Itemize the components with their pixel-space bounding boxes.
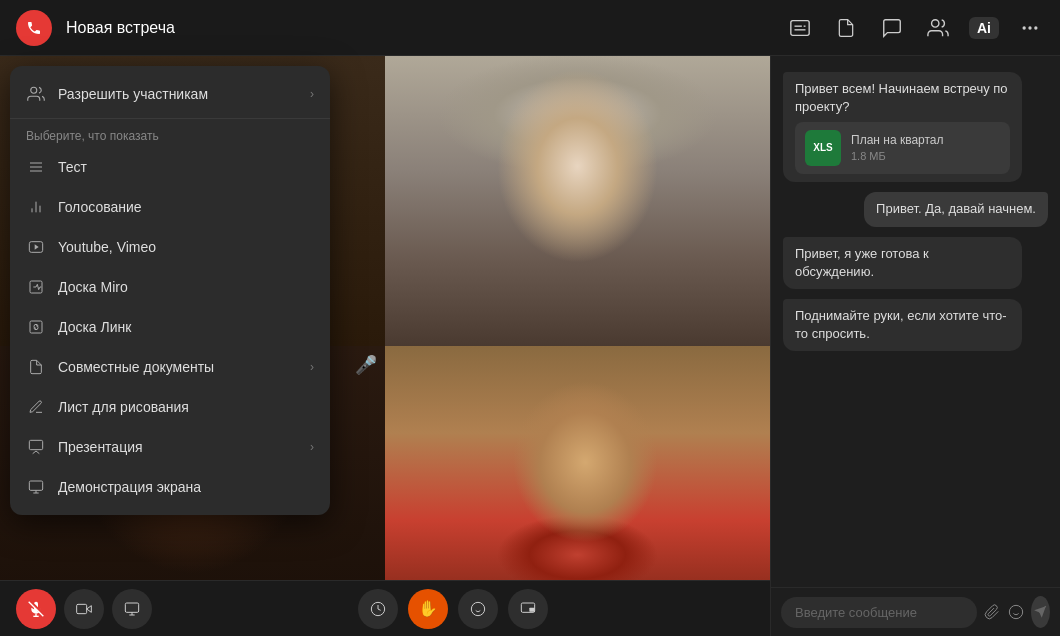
chevron-right-pres-icon: › [310, 440, 314, 454]
menu-divider-1 [10, 118, 330, 119]
menu-voting-label: Голосование [58, 199, 314, 215]
more-options-icon[interactable] [1016, 14, 1044, 42]
svg-point-7 [1034, 26, 1037, 29]
context-menu: Разрешить участникам › Выберите, что пок… [10, 66, 330, 515]
chat-icon[interactable] [878, 14, 906, 42]
screen-icon [26, 477, 46, 497]
meeting-title: Новая встреча [66, 19, 786, 37]
attach-file-button[interactable] [983, 597, 1001, 627]
menu-shared-docs-label: Совместные документы [58, 359, 298, 375]
svg-point-8 [31, 87, 37, 93]
chat-messages: Привет всем! Начинаем встречу по проекту… [771, 56, 1060, 587]
svg-point-30 [471, 602, 484, 615]
drawing-icon [26, 397, 46, 417]
header: Новая встреча Ai [0, 0, 1060, 56]
xls-icon: XLS [805, 130, 841, 166]
svg-rect-18 [30, 321, 42, 333]
participants-icon[interactable] [924, 14, 952, 42]
docs-icon [26, 357, 46, 377]
toolbar-left [16, 589, 152, 629]
chat-message-4: Поднимайте руки, если хотите что-то спро… [783, 299, 1022, 351]
svg-rect-19 [29, 440, 42, 449]
subtitles-icon[interactable] [786, 14, 814, 42]
pip-button[interactable] [508, 589, 548, 629]
svg-rect-0 [791, 20, 809, 35]
youtube-icon [26, 237, 46, 257]
mute-indicator: 🎤 [355, 354, 377, 376]
menu-test-label: Тест [58, 159, 314, 175]
chat-input-area [771, 587, 1060, 636]
menu-presentation-label: Презентация [58, 439, 298, 455]
bottom-toolbar: ✋ [0, 580, 770, 636]
reactions-button[interactable] [458, 589, 498, 629]
file-attachment[interactable]: XLS План на квартал 1.8 МБ [795, 122, 1010, 174]
menu-item-drawing[interactable]: Лист для рисования [10, 387, 330, 427]
video-tile-2 [385, 56, 770, 346]
svg-rect-26 [125, 603, 138, 612]
toolbar-center: ✋ [152, 589, 754, 629]
menu-section-label: Выберите, что показать [10, 123, 330, 147]
menu-item-youtube[interactable]: Youtube, Vimeo [10, 227, 330, 267]
participants-menu-icon [26, 84, 46, 104]
menu-item-link-board[interactable]: Доска Линк [10, 307, 330, 347]
chat-message-3: Привет, я уже готова к обсуждению. [783, 237, 1022, 289]
mute-button[interactable] [16, 589, 56, 629]
end-call-button[interactable] [16, 10, 52, 46]
svg-rect-32 [529, 607, 534, 611]
menu-item-test[interactable]: Тест [10, 147, 330, 187]
document-icon[interactable] [832, 14, 860, 42]
list-icon [26, 157, 46, 177]
chevron-right-docs-icon: › [310, 360, 314, 374]
menu-item-miro[interactable]: Доска Miro [10, 267, 330, 307]
menu-item-presentation[interactable]: Презентация › [10, 427, 330, 467]
timer-button[interactable] [358, 589, 398, 629]
chat-message-1: Привет всем! Начинаем встречу по проекту… [783, 72, 1022, 182]
emoji-button[interactable] [1007, 597, 1025, 627]
svg-rect-25 [77, 604, 87, 613]
svg-marker-37 [1035, 606, 1047, 618]
chat-message-2: Привет. Да, давай начнем. [864, 192, 1048, 226]
menu-drawing-label: Лист для рисования [58, 399, 314, 415]
allow-participants-label: Разрешить участникам [58, 86, 298, 102]
camera-button[interactable] [64, 589, 104, 629]
send-message-button[interactable] [1031, 596, 1050, 628]
chat-panel: Привет всем! Начинаем встречу по проекту… [770, 56, 1060, 636]
file-info: План на квартал 1.8 МБ [851, 132, 944, 164]
svg-marker-24 [87, 605, 92, 612]
menu-miro-label: Доска Miro [58, 279, 314, 295]
chart-icon [26, 197, 46, 217]
raise-hand-button[interactable]: ✋ [408, 589, 448, 629]
header-icons: Ai [786, 14, 1044, 42]
svg-point-4 [932, 19, 939, 26]
menu-youtube-label: Youtube, Vimeo [58, 239, 314, 255]
svg-point-33 [1009, 605, 1022, 618]
svg-point-5 [1023, 26, 1026, 29]
menu-item-shared-docs[interactable]: Совместные документы › [10, 347, 330, 387]
chat-input[interactable] [781, 597, 977, 628]
ai-badge[interactable]: Ai [970, 14, 998, 42]
menu-link-board-label: Доска Линк [58, 319, 314, 335]
presentation-icon [26, 437, 46, 457]
miro-icon [26, 277, 46, 297]
svg-rect-20 [29, 481, 42, 490]
menu-allow-participants[interactable]: Разрешить участникам › [10, 74, 330, 114]
video-area: ✋ 🎤 Разрешить участникам › Выб [0, 56, 770, 636]
menu-item-screen-share[interactable]: Демонстрация экрана [10, 467, 330, 507]
main-content: ✋ 🎤 Разрешить участникам › Выб [0, 56, 1060, 636]
menu-item-voting[interactable]: Голосование [10, 187, 330, 227]
svg-point-6 [1028, 26, 1031, 29]
link-board-icon [26, 317, 46, 337]
chevron-right-icon: › [310, 87, 314, 101]
menu-screen-label: Демонстрация экрана [58, 479, 314, 495]
screen-share-button[interactable] [112, 589, 152, 629]
svg-marker-16 [35, 244, 39, 249]
